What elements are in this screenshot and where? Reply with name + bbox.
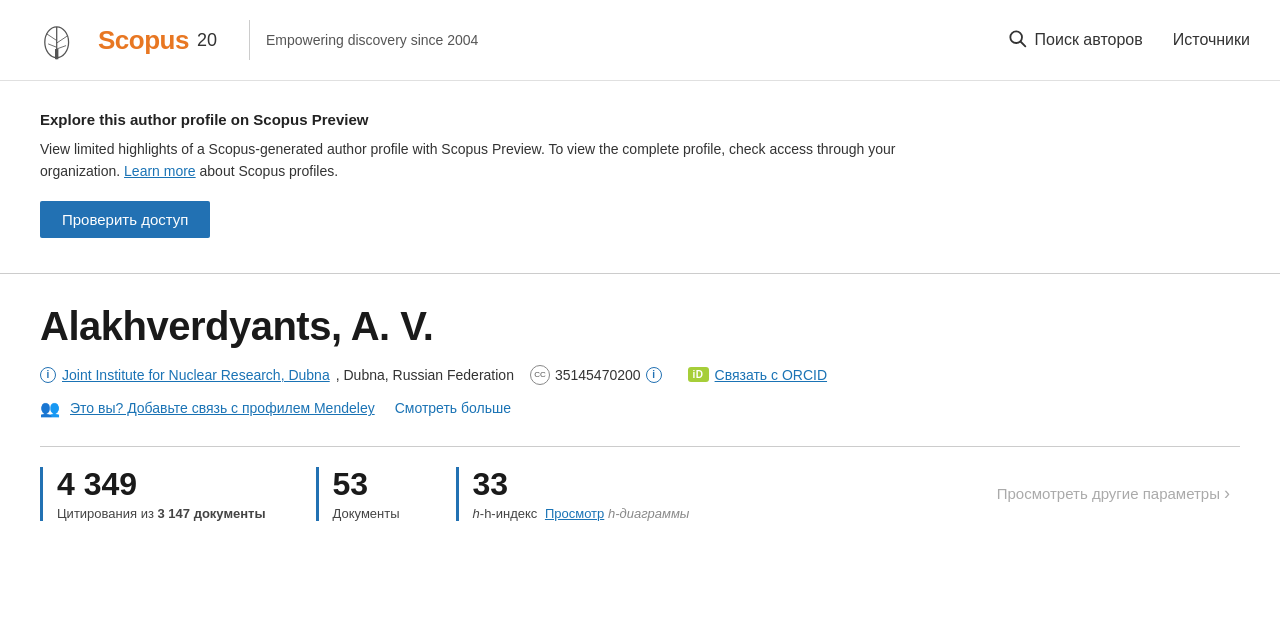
hindex-number: 33 (473, 467, 690, 502)
author-id-wrap: CC 35145470200 i (530, 365, 662, 385)
orcid-wrap[interactable]: iD Связать с ORCID (688, 367, 827, 383)
orcid-badge: iD (688, 367, 709, 382)
mendeley-icon: 👥 (40, 399, 60, 418)
search-icon (1007, 28, 1027, 52)
author-name: Alakhverdyants, A. V. (40, 304, 1240, 349)
affiliation-link[interactable]: Joint Institute for Nuclear Research, Du… (62, 367, 330, 383)
banner-body-text2: about Scopus profiles. (200, 163, 339, 179)
logo-container: Scopus 20 (30, 10, 217, 70)
stats-bar: 4 349 Цитирования из 3 147 документы 53 … (40, 446, 1240, 521)
svg-line-6 (48, 44, 57, 47)
elsevier-logo (30, 10, 90, 70)
other-params-wrap[interactable]: Просмотреть другие параметры › (997, 467, 1240, 521)
citations-number: 4 349 (57, 467, 266, 502)
author-id-info-icon[interactable]: i (646, 367, 662, 383)
preview-banner: Explore this author profile on Scopus Pr… (0, 81, 1280, 263)
learn-more-link[interactable]: Learn more (124, 163, 196, 179)
svg-line-7 (57, 46, 66, 49)
svg-rect-0 (33, 13, 87, 67)
banner-body: View limited highlights of a Scopus-gene… (40, 138, 910, 183)
svg-line-4 (47, 34, 57, 41)
author-meta-row: i Joint Institute for Nuclear Research, … (40, 365, 1240, 385)
chevron-right-icon: › (1224, 483, 1230, 504)
svg-line-5 (57, 36, 67, 43)
mendeley-link[interactable]: Это вы? Добавьте связь с профилем Mendel… (70, 400, 375, 416)
scopus-logo-text: Scopus (98, 25, 189, 56)
documents-label: Документы (333, 506, 406, 521)
citations-stat: 4 349 Цитирования из 3 147 документы (40, 467, 296, 521)
header: Scopus 20 Empowering discovery since 200… (0, 0, 1280, 81)
author-id-number: 35145470200 (555, 367, 641, 383)
documents-stat: 53 Документы (316, 467, 436, 521)
hindex-h-label: h (473, 506, 480, 521)
citations-label: Цитирования из 3 147 документы (57, 506, 266, 521)
search-authors-label: Поиск авторов (1035, 31, 1143, 49)
author-profile-section: Alakhverdyants, A. V. i Joint Institute … (0, 274, 1280, 541)
check-access-button[interactable]: Проверить доступ (40, 201, 210, 238)
citations-docs: 3 147 документы (157, 506, 265, 521)
header-divider (249, 20, 250, 60)
hindex-stat: 33 h-h-индекс Просмотр h-диаграммы (456, 467, 720, 521)
view-more-link[interactable]: Смотреть больше (395, 400, 511, 416)
affiliation-info-icon[interactable]: i (40, 367, 56, 383)
scopus-version: 20 (197, 30, 217, 51)
hindex-view[interactable]: Просмотр h-диаграммы (545, 506, 689, 521)
other-params-label[interactable]: Просмотреть другие параметры (997, 485, 1220, 502)
orcid-link[interactable]: Связать с ORCID (715, 367, 827, 383)
sources-nav-link[interactable]: Источники (1173, 31, 1250, 49)
banner-title: Explore this author profile on Scopus Pr… (40, 111, 1240, 128)
documents-number: 53 (333, 467, 406, 502)
cc-icon: CC (530, 365, 550, 385)
mendeley-row: 👥 Это вы? Добавьте связь с профилем Mend… (40, 399, 1240, 418)
hindex-label: h-h-индекс Просмотр h-диаграммы (473, 506, 690, 521)
svg-line-9 (1020, 42, 1025, 47)
header-tagline: Empowering discovery since 2004 (266, 32, 1007, 48)
header-nav: Поиск авторов Источники (1007, 28, 1250, 52)
author-location: , Dubna, Russian Federation (336, 367, 514, 383)
search-authors-nav[interactable]: Поиск авторов (1007, 28, 1143, 52)
